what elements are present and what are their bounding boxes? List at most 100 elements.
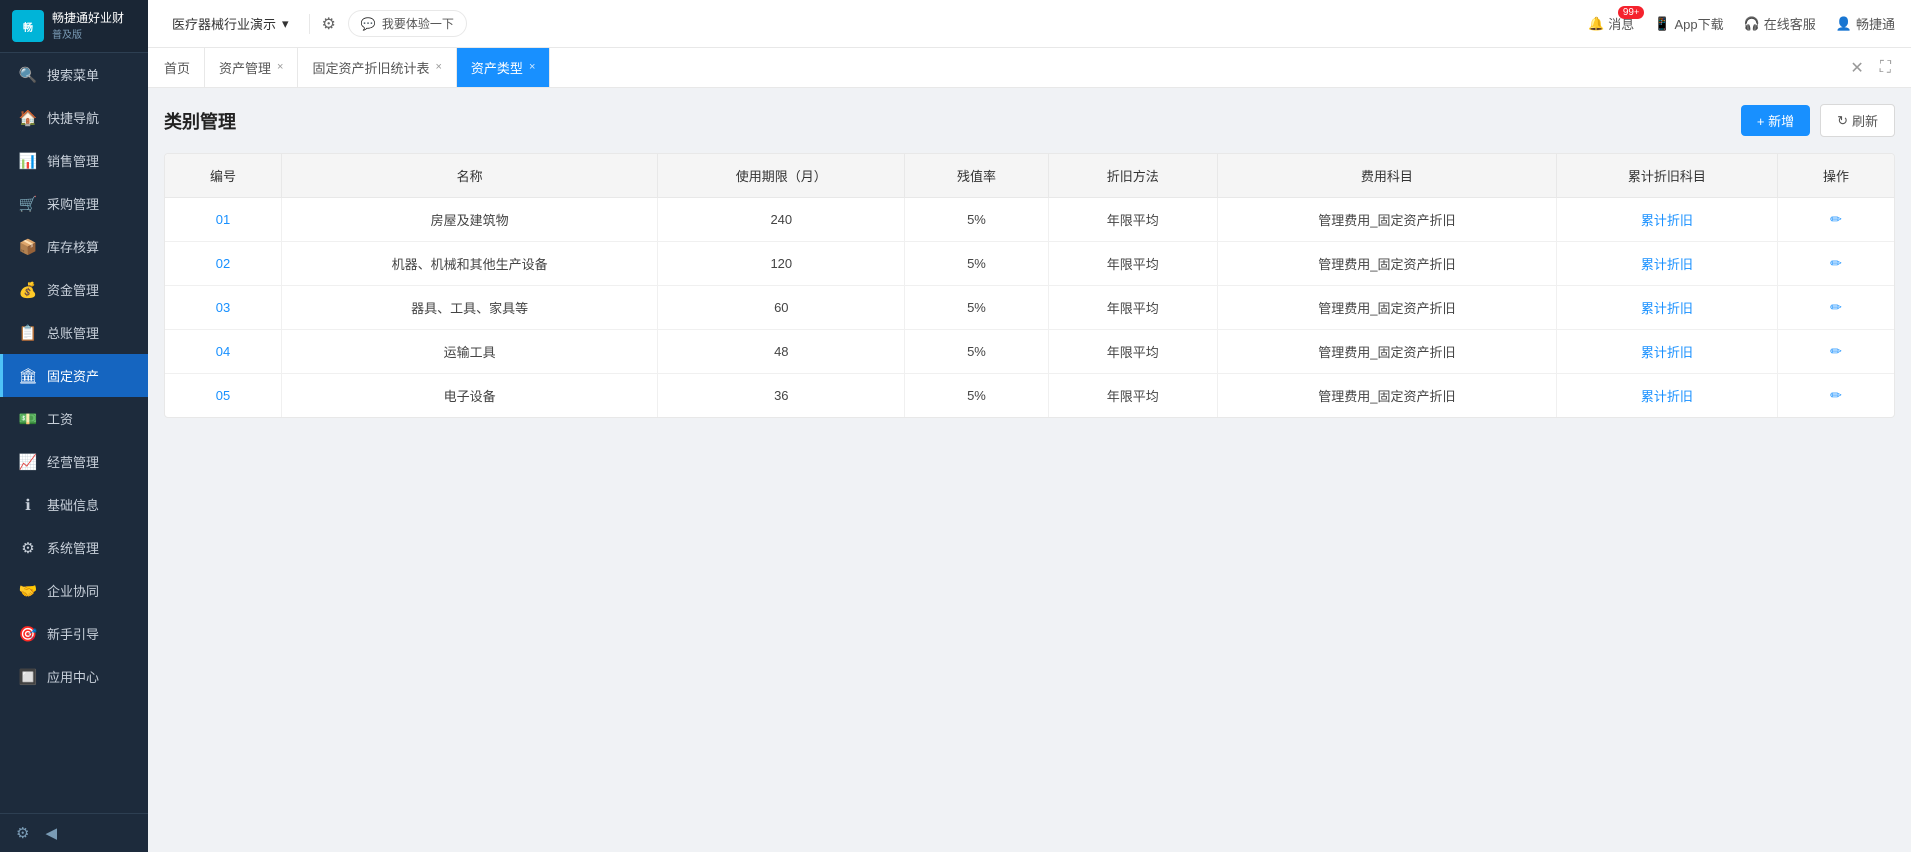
sidebar-item-label: 固定资产 [47, 366, 99, 385]
tab-close-icon[interactable]: × [435, 62, 441, 73]
table-cell: 120 [658, 242, 905, 286]
guide-icon: 🎯 [19, 625, 37, 643]
sidebar-item-quicknav[interactable]: 🏠 快捷导航 [0, 96, 148, 139]
table-cell: 5% [905, 286, 1048, 330]
chat-icon: 💬 [361, 17, 376, 31]
tabs-container: 首页资产管理×固定资产折旧统计表×资产类型× [164, 48, 550, 87]
page-title: 类别管理 [164, 108, 236, 134]
tab-close-icon[interactable]: × [529, 62, 535, 73]
sidebar-item-salary[interactable]: 💵 工资 [0, 397, 148, 440]
column-header: 名称 [282, 154, 658, 198]
experience-button[interactable]: 💬 我要体验一下 [348, 10, 467, 37]
sidebar-item-apps[interactable]: 🔲 应用中心 [0, 655, 148, 698]
table-cell: 管理费用_固定资产折旧 [1217, 242, 1556, 286]
table-row: 03器具、工具、家具等605%年限平均管理费用_固定资产折旧累计折旧✏ [165, 286, 1894, 330]
notification-item[interactable]: 🔔 消息 99 [1588, 14, 1634, 33]
tab-label: 资产管理 [219, 58, 271, 77]
table-cell: 年限平均 [1048, 374, 1217, 418]
sidebar: 畅 畅捷通好业财 普及版 🔍 搜索菜单 🏠 快捷导航 📊 销售管理 🛒 采购管理… [0, 0, 148, 852]
table-cell: 05 [165, 374, 282, 418]
tab-1[interactable]: 资产管理 × [205, 48, 298, 87]
edit-icon[interactable]: ✏ [1830, 387, 1842, 403]
logo-edition: 普及版 [52, 26, 124, 41]
sidebar-item-enterprise[interactable]: 🤝 企业协同 [0, 569, 148, 612]
sidebar-item-basic[interactable]: ℹ 基础信息 [0, 483, 148, 526]
tab-2[interactable]: 固定资产折旧统计表× [298, 48, 456, 87]
tabs-bar: 首页资产管理×固定资产折旧统计表×资产类型× ✕ ⛶ [148, 48, 1911, 88]
edit-icon[interactable]: ✏ [1830, 211, 1842, 227]
sidebar-footer: ⚙ ◀ [0, 813, 148, 852]
table-cell: 累计折旧 [1556, 286, 1777, 330]
gear-icon[interactable]: ⚙ [322, 14, 336, 34]
table-cell: 04 [165, 330, 282, 374]
basic-icon: ℹ [19, 496, 37, 514]
settings-icon[interactable]: ⚙ [16, 824, 29, 842]
collapse-icon[interactable]: ◀ [45, 824, 57, 842]
new-button[interactable]: + 新增 [1741, 105, 1810, 136]
column-header: 累计折旧科目 [1556, 154, 1777, 198]
module-name: 医疗器械行业演示 [172, 14, 276, 33]
customer-service-item[interactable]: 🎧 在线客服 [1744, 14, 1816, 33]
expand-icon[interactable]: ⛶ [1876, 57, 1895, 79]
edit-action[interactable]: ✏ [1777, 198, 1894, 242]
experience-label: 我要体验一下 [382, 15, 454, 32]
table-cell: 管理费用_固定资产折旧 [1217, 330, 1556, 374]
tab-0[interactable]: 首页 [164, 48, 205, 87]
tab-3[interactable]: 资产类型× [457, 48, 550, 87]
table-cell: 累计折旧 [1556, 374, 1777, 418]
edit-action[interactable]: ✏ [1777, 286, 1894, 330]
sidebar-item-inventory[interactable]: 📦 库存核算 [0, 225, 148, 268]
user-item[interactable]: 👤 畅捷通 [1836, 14, 1895, 33]
topbar: 医疗器械行业演示 ▾ ⚙ 💬 我要体验一下 🔔 消息 99 📱 App下载 🎧 … [148, 0, 1911, 48]
sidebar-nav: 🔍 搜索菜单 🏠 快捷导航 📊 销售管理 🛒 采购管理 📦 库存核算 💰 资金管… [0, 53, 148, 813]
sidebar-item-operation[interactable]: 📈 经营管理 [0, 440, 148, 483]
headset-icon: 🎧 [1744, 16, 1760, 32]
table-row: 05电子设备365%年限平均管理费用_固定资产折旧累计折旧✏ [165, 374, 1894, 418]
edit-action[interactable]: ✏ [1777, 330, 1894, 374]
table-cell: 房屋及建筑物 [282, 198, 658, 242]
sidebar-item-purchase[interactable]: 🛒 采购管理 [0, 182, 148, 225]
ledger-icon: 📋 [19, 324, 37, 342]
app-download-item[interactable]: 📱 App下载 [1654, 14, 1723, 33]
logo-icon: 畅 [12, 10, 44, 42]
table-body: 01房屋及建筑物2405%年限平均管理费用_固定资产折旧累计折旧✏02机器、机械… [165, 198, 1894, 418]
sidebar-item-label: 工资 [47, 409, 73, 428]
column-header: 编号 [165, 154, 282, 198]
table-cell: 管理费用_固定资产折旧 [1217, 374, 1556, 418]
table-cell: 累计折旧 [1556, 198, 1777, 242]
sidebar-item-capital[interactable]: 💰 资金管理 [0, 268, 148, 311]
tab-close-icon[interactable]: × [277, 62, 283, 73]
module-selector[interactable]: 医疗器械行业演示 ▾ [164, 10, 297, 37]
sidebar-item-sales[interactable]: 📊 销售管理 [0, 139, 148, 182]
sidebar-item-label: 经营管理 [47, 452, 99, 471]
sidebar-item-guide[interactable]: 🎯 新手引导 [0, 612, 148, 655]
column-header: 使用期限（月） [658, 154, 905, 198]
edit-icon[interactable]: ✏ [1830, 343, 1842, 359]
table-cell: 累计折旧 [1556, 330, 1777, 374]
tabs-actions: ✕ ⛶ [1846, 56, 1895, 80]
close-tab-icon[interactable]: ✕ [1846, 56, 1867, 80]
table-cell: 03 [165, 286, 282, 330]
edit-icon[interactable]: ✏ [1830, 299, 1842, 315]
sidebar-item-search[interactable]: 🔍 搜索菜单 [0, 53, 148, 96]
edit-action[interactable]: ✏ [1777, 374, 1894, 418]
capital-icon: 💰 [19, 281, 37, 299]
sidebar-item-label: 库存核算 [47, 237, 99, 256]
sidebar-item-label: 应用中心 [47, 667, 99, 686]
table-cell: 02 [165, 242, 282, 286]
sidebar-item-fixed[interactable]: 🏛 固定资产 [0, 354, 148, 397]
page-header: 类别管理 + 新增 ↻ 刷新 [164, 104, 1895, 137]
edit-icon[interactable]: ✏ [1830, 255, 1842, 271]
table-head: 编号名称使用期限（月）残值率折旧方法费用科目累计折旧科目操作 [165, 154, 1894, 198]
sidebar-item-ledger[interactable]: 📋 总账管理 [0, 311, 148, 354]
sidebar-item-system[interactable]: ⚙ 系统管理 [0, 526, 148, 569]
table-cell: 48 [658, 330, 905, 374]
salary-icon: 💵 [19, 410, 37, 428]
edit-action[interactable]: ✏ [1777, 242, 1894, 286]
table-cell: 36 [658, 374, 905, 418]
refresh-button[interactable]: ↻ 刷新 [1820, 104, 1895, 137]
table-cell: 机器、机械和其他生产设备 [282, 242, 658, 286]
sidebar-item-label: 销售管理 [47, 151, 99, 170]
table-cell: 240 [658, 198, 905, 242]
main-content: 医疗器械行业演示 ▾ ⚙ 💬 我要体验一下 🔔 消息 99 📱 App下载 🎧 … [148, 0, 1911, 852]
